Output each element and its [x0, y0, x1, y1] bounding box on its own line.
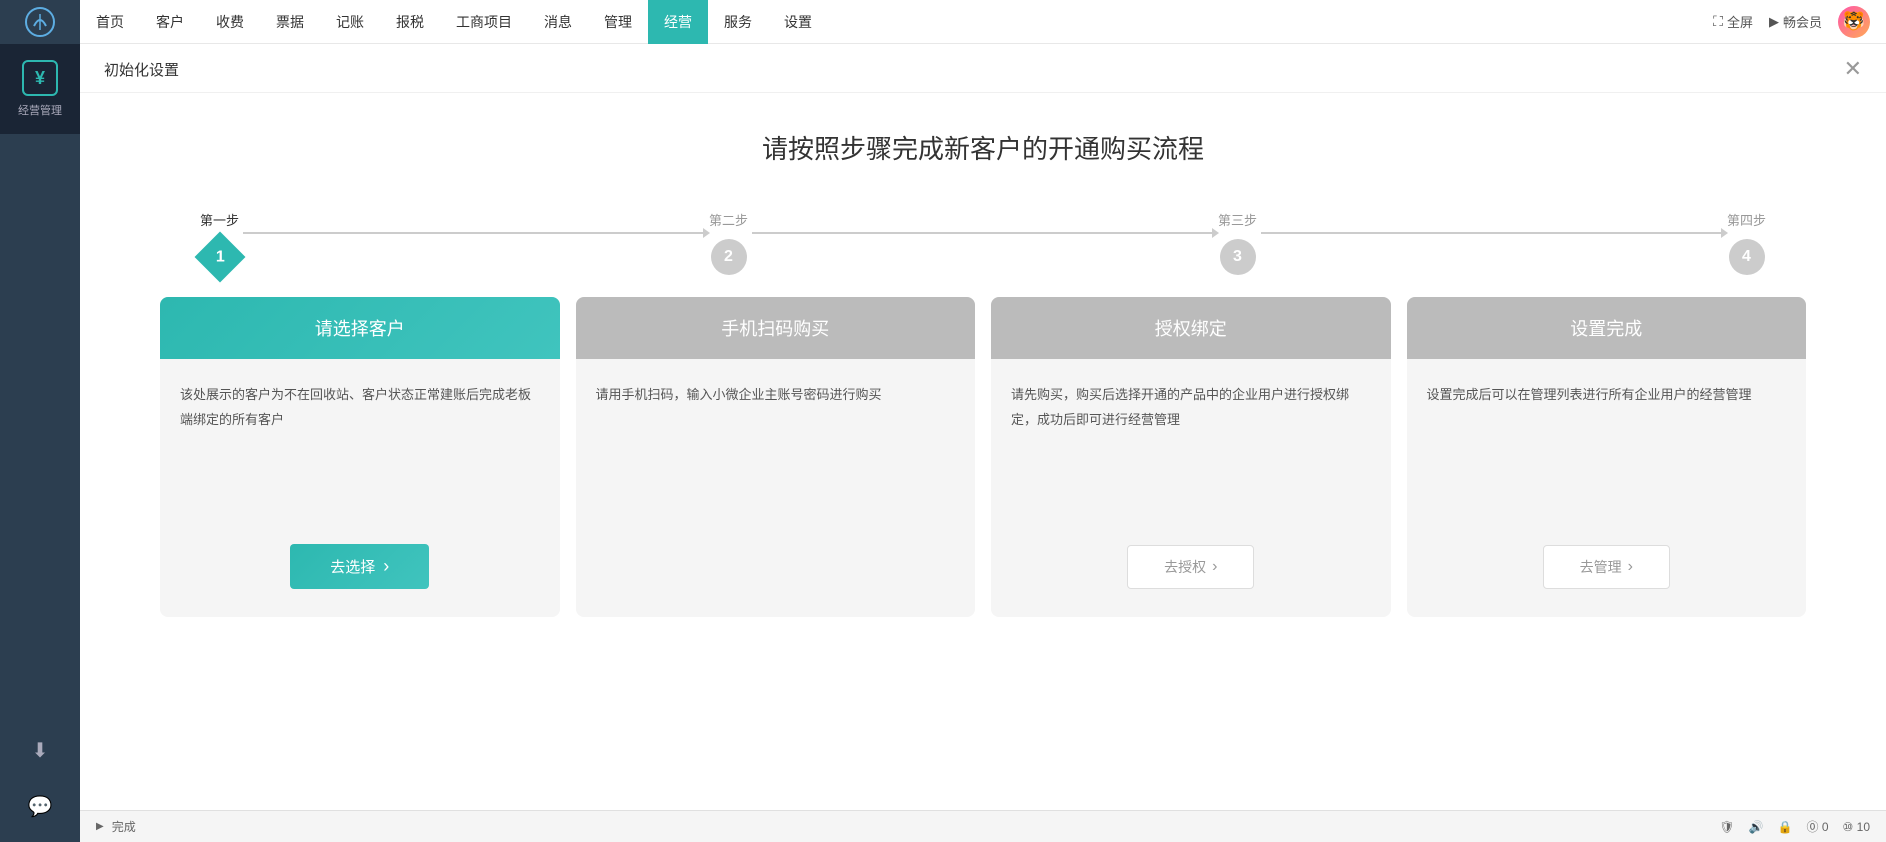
operation-icon: ¥	[22, 60, 58, 96]
card-3-action-button[interactable]: 去授权 ›	[1127, 545, 1254, 589]
step-2: 第二步 2	[709, 210, 748, 275]
card-1-footer: 去选择 ›	[160, 544, 560, 617]
step-2-circle: 2	[711, 239, 747, 275]
counter-10: ⑩ 10	[1843, 820, 1870, 834]
step-1-diamond: 1	[194, 232, 245, 283]
main-content: 初始化设置 ✕ 请按照步骤完成新客户的开通购买流程 第一步 1	[80, 44, 1886, 842]
card-1-button-label: 去选择	[330, 556, 375, 577]
nav-item-home[interactable]: 首页	[80, 0, 140, 44]
steps-row: 第一步 1 第二步 2	[160, 210, 1806, 275]
card-4: 设置完成 设置完成后可以在管理列表进行所有企业用户的经营管理 去管理 ›	[1407, 297, 1807, 617]
nav-item-tax[interactable]: 报税	[380, 0, 440, 44]
card-3-button-arrow: ›	[1212, 558, 1217, 576]
sidebar: ¥ 经营管理 ⬇ 💬	[0, 44, 80, 842]
card-2-header: 手机扫码购买	[576, 297, 976, 359]
user-avatar[interactable]: 🐯	[1838, 6, 1870, 38]
cards-row: 请选择客户 该处展示的客户为不在回收站、客户状态正常建账后完成老板端绑定的所有客…	[160, 297, 1806, 617]
fullscreen-button[interactable]: ⛶ 全屏	[1713, 12, 1753, 31]
card-1-button-arrow: ›	[383, 556, 389, 577]
status-bar: ▶ 完成 🛡 🔊 🔒 ⓪ 0 ⑩ 10	[80, 810, 1886, 842]
card-4-header: 设置完成	[1407, 297, 1807, 359]
card-3-header: 授权绑定	[991, 297, 1391, 359]
connector-3-4	[1261, 232, 1723, 234]
card-4-body: 设置完成后可以在管理列表进行所有企业用户的经营管理	[1407, 359, 1807, 545]
card-4-button-arrow: ›	[1628, 558, 1633, 576]
card-3-footer: 去授权 ›	[991, 545, 1391, 617]
status-text: 完成	[112, 818, 136, 835]
page-title: 初始化设置	[104, 59, 179, 80]
nav-item-manage[interactable]: 管理	[588, 0, 648, 44]
nav-item-invoice[interactable]: 票据	[260, 0, 320, 44]
logo[interactable]	[0, 0, 80, 44]
step-3-circle: 3	[1220, 239, 1256, 275]
wizard-container: 请按照步骤完成新客户的开通购买流程 第一步 1 第二步	[80, 93, 1886, 637]
step-4: 第四步 4	[1727, 210, 1766, 275]
step-3: 第三步 3	[1218, 210, 1257, 275]
vip-button[interactable]: ▶ 畅会员	[1769, 12, 1822, 31]
close-button[interactable]: ✕	[1844, 58, 1862, 80]
nav-item-settings[interactable]: 设置	[768, 0, 828, 44]
step-4-circle: 4	[1729, 239, 1765, 275]
connector-2-3	[752, 232, 1214, 234]
card-1-action-button[interactable]: 去选择 ›	[290, 544, 429, 589]
sidebar-item-operation[interactable]: ¥ 经营管理	[0, 44, 80, 134]
fullscreen-icon: ⛶	[1713, 13, 1723, 30]
sidebar-item-download[interactable]: ⬇	[0, 722, 80, 778]
step-1-label: 第一步	[200, 210, 239, 229]
page-header: 初始化设置 ✕	[80, 44, 1886, 93]
card-1-body: 该处展示的客户为不在回收站、客户状态正常建账后完成老板端绑定的所有客户	[160, 359, 560, 544]
card-2-footer	[576, 589, 976, 617]
nav-item-bookkeeping[interactable]: 记账	[320, 0, 380, 44]
sidebar-label-operation: 经营管理	[18, 102, 62, 118]
card-4-action-button[interactable]: 去管理 ›	[1543, 545, 1670, 589]
step-3-label: 第三步	[1218, 210, 1257, 229]
nav-right: ⛶ 全屏 ▶ 畅会员 🐯	[1713, 6, 1886, 38]
download-icon: ⬇	[32, 738, 49, 763]
play-icon: ▶	[1769, 14, 1779, 30]
sidebar-item-support[interactable]: 💬	[0, 778, 80, 834]
nav-items: 首页 客户 收费 票据 记账 报税 工商项目 消息 管理 经营 服务 设置	[80, 0, 1713, 44]
layout: ¥ 经营管理 ⬇ 💬 初始化设置 ✕ 请按照步骤完成新客户的开通购买流程 第一步	[0, 44, 1886, 842]
nav-item-customer[interactable]: 客户	[140, 0, 200, 44]
card-2: 手机扫码购买 请用手机扫码，输入小微企业主账号密码进行购买	[576, 297, 976, 617]
card-3-body: 请先购买，购买后选择开通的产品中的企业用户进行授权绑定，成功后即可进行经营管理	[991, 359, 1391, 545]
card-3: 授权绑定 请先购买，购买后选择开通的产品中的企业用户进行授权绑定，成功后即可进行…	[991, 297, 1391, 617]
card-3-button-label: 去授权	[1164, 557, 1206, 577]
nav-item-business[interactable]: 工商项目	[440, 0, 528, 44]
step-1: 第一步 1	[200, 210, 239, 275]
sound-icon: 🔊	[1749, 820, 1764, 834]
nav-item-fee[interactable]: 收费	[200, 0, 260, 44]
nav-item-service[interactable]: 服务	[708, 0, 768, 44]
logo-icon	[24, 6, 56, 38]
step-4-label: 第四步	[1727, 210, 1766, 229]
card-1: 请选择客户 该处展示的客户为不在回收站、客户状态正常建账后完成老板端绑定的所有客…	[160, 297, 560, 617]
status-bar-right: 🛡 🔊 🔒 ⓪ 0 ⑩ 10	[1719, 818, 1870, 835]
wizard-headline: 请按照步骤完成新客户的开通购买流程	[160, 129, 1806, 166]
card-4-footer: 去管理 ›	[1407, 545, 1807, 617]
connector-1-2	[243, 232, 705, 234]
card-2-body: 请用手机扫码，输入小微企业主账号密码进行购买	[576, 359, 976, 589]
support-icon: 💬	[28, 794, 53, 819]
card-1-header: 请选择客户	[160, 297, 560, 359]
nav-item-operation[interactable]: 经营	[648, 0, 708, 44]
shield-icon: 🛡	[1719, 820, 1734, 834]
lock-icon: 🔒	[1778, 820, 1793, 834]
top-nav: 首页 客户 收费 票据 记账 报税 工商项目 消息 管理 经营 服务 设置 ⛶ …	[0, 0, 1886, 44]
nav-item-message[interactable]: 消息	[528, 0, 588, 44]
counter-0: ⓪ 0	[1807, 818, 1829, 835]
card-4-button-label: 去管理	[1580, 557, 1622, 577]
step-2-label: 第二步	[709, 210, 748, 229]
play-status-icon: ▶	[96, 821, 104, 832]
